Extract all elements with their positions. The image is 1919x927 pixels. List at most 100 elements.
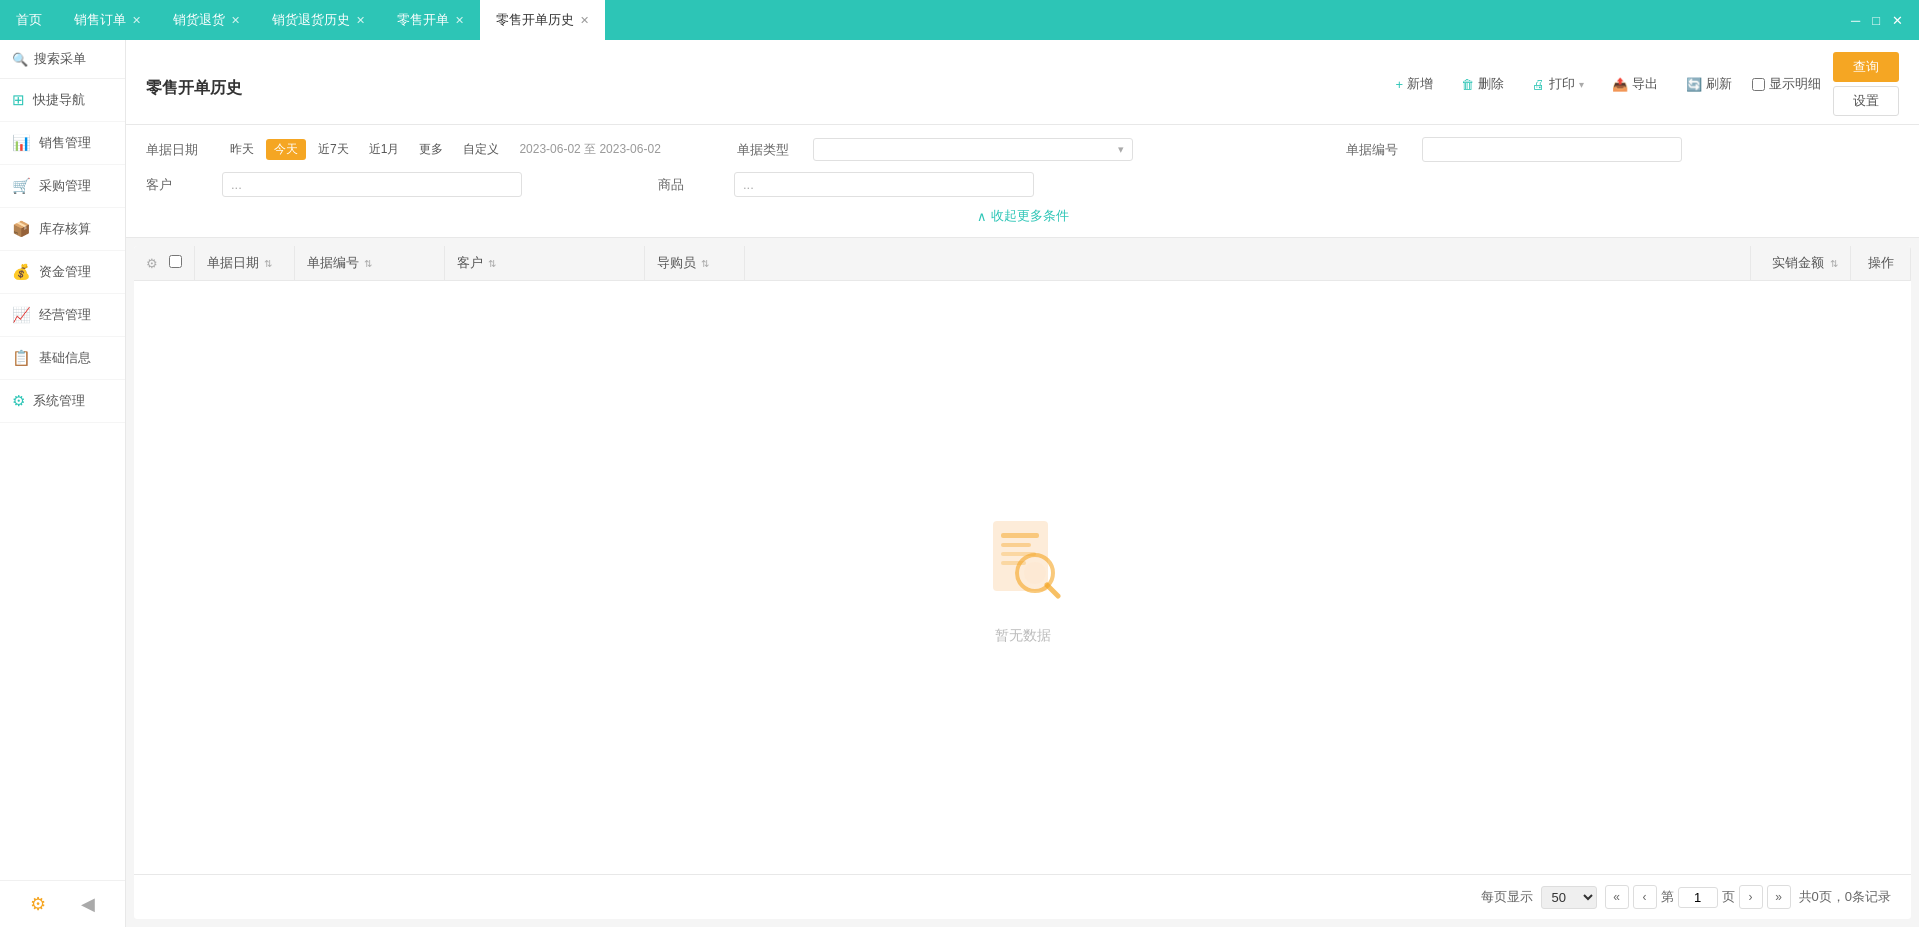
type-filter-label: 单据类型 bbox=[737, 141, 797, 159]
sidebar-item-operations[interactable]: 📈 经营管理 bbox=[0, 294, 125, 337]
th-action: 操作 bbox=[1851, 246, 1911, 281]
show-detail-checkbox[interactable] bbox=[1752, 78, 1765, 91]
print-icon: 🖨 bbox=[1532, 77, 1545, 92]
sidebar-item-basic-info[interactable]: 📋 基础信息 bbox=[0, 337, 125, 380]
sidebar-item-system[interactable]: ⚙ 系统管理 bbox=[0, 380, 125, 423]
tab-bar: 首页 销售订单 ✕ 销货退货 ✕ 销货退货历史 ✕ 零售开单 ✕ 零售开单历史 … bbox=[0, 0, 1919, 40]
date-range-text: 2023-06-02 至 2023-06-02 bbox=[519, 141, 660, 158]
date-option-custom[interactable]: 自定义 bbox=[455, 139, 507, 160]
empty-state-icon bbox=[973, 511, 1073, 611]
page-label: 第 bbox=[1661, 888, 1674, 906]
filter-row-1: 单据日期 昨天 今天 近7天 近1月 更多 自定义 2023-06-02 至 2… bbox=[146, 137, 1899, 162]
customer-filter-label: 客户 bbox=[146, 176, 206, 194]
export-label: 导出 bbox=[1632, 75, 1658, 93]
collapse-btn[interactable]: ∧ 收起更多条件 bbox=[146, 207, 1899, 225]
page-suffix: 页 bbox=[1722, 888, 1735, 906]
filter-area: 单据日期 昨天 今天 近7天 近1月 更多 自定义 2023-06-02 至 2… bbox=[126, 125, 1919, 238]
sidebar-item-purchase-mgmt-label: 采购管理 bbox=[39, 177, 91, 195]
add-btn[interactable]: + 新增 bbox=[1387, 71, 1441, 97]
sidebar-item-inventory[interactable]: 📦 库存核算 bbox=[0, 208, 125, 251]
tab-retail-open[interactable]: 零售开单 ✕ bbox=[381, 0, 480, 40]
th-amount[interactable]: 实销金额 ⇅ bbox=[1751, 246, 1851, 281]
th-date-label: 单据日期 bbox=[207, 255, 259, 270]
customer-filter-dots: ... bbox=[231, 177, 242, 192]
table-header: ⚙ 单据日期 ⇅ 单据编号 ⇅ bbox=[134, 246, 1911, 281]
sidebar-item-purchase-mgmt[interactable]: 🛒 采购管理 bbox=[0, 165, 125, 208]
sidebar-item-sales-mgmt[interactable]: 📊 销售管理 bbox=[0, 122, 125, 165]
export-btn[interactable]: 📤 导出 bbox=[1604, 71, 1666, 97]
tab-sales-order-close[interactable]: ✕ bbox=[132, 14, 141, 27]
setting-button[interactable]: 设置 bbox=[1833, 86, 1899, 116]
sidebar-search-label: 搜索采单 bbox=[34, 50, 86, 68]
th-customer[interactable]: 客户 ⇅ bbox=[444, 246, 644, 281]
operations-icon: 📈 bbox=[12, 306, 31, 324]
sidebar-item-system-label: 系统管理 bbox=[33, 392, 85, 410]
svg-rect-1 bbox=[1001, 533, 1039, 538]
th-guide[interactable]: 导购员 ⇅ bbox=[644, 246, 744, 281]
close-btn[interactable]: ✕ bbox=[1892, 13, 1903, 28]
delete-btn[interactable]: 🗑 删除 bbox=[1453, 71, 1512, 97]
th-number[interactable]: 单据编号 ⇅ bbox=[294, 246, 444, 281]
empty-text: 暂无数据 bbox=[995, 627, 1051, 645]
page-size-select[interactable]: 50 10 20 100 bbox=[1541, 886, 1597, 909]
date-option-7days[interactable]: 近7天 bbox=[310, 139, 357, 160]
customer-filter-select[interactable]: ... bbox=[222, 172, 522, 197]
tab-sales-order[interactable]: 销售订单 ✕ bbox=[58, 0, 157, 40]
tab-sales-return-history-label: 销货退货历史 bbox=[272, 11, 350, 29]
number-filter-label: 单据编号 bbox=[1346, 141, 1406, 159]
basic-info-icon: 📋 bbox=[12, 349, 31, 367]
goods-filter-dots: ... bbox=[743, 177, 754, 192]
finance-icon: 💰 bbox=[12, 263, 31, 281]
date-option-yesterday[interactable]: 昨天 bbox=[222, 139, 262, 160]
sidebar-search[interactable]: 🔍 搜索采单 bbox=[0, 40, 125, 79]
th-spacer bbox=[744, 246, 1750, 281]
sidebar-item-quick-nav[interactable]: ⊞ 快捷导航 bbox=[0, 79, 125, 122]
sidebar-settings-btn[interactable]: ⚙ bbox=[30, 893, 46, 915]
sidebar-collapse-btn[interactable]: ◀ bbox=[81, 893, 95, 915]
tab-sales-return-history-close[interactable]: ✕ bbox=[356, 14, 365, 27]
type-filter-select[interactable]: ▾ bbox=[813, 138, 1133, 161]
th-number-label: 单据编号 bbox=[307, 255, 359, 270]
sales-mgmt-icon: 📊 bbox=[12, 134, 31, 152]
page-input[interactable] bbox=[1678, 887, 1718, 908]
select-all-checkbox[interactable] bbox=[169, 255, 182, 268]
tab-sales-return-close[interactable]: ✕ bbox=[231, 14, 240, 27]
collapse-up-icon: ∧ bbox=[977, 209, 987, 224]
tab-retail-open-close[interactable]: ✕ bbox=[455, 14, 464, 27]
tab-sales-order-label: 销售订单 bbox=[74, 11, 126, 29]
table-settings-icon[interactable]: ⚙ bbox=[146, 256, 158, 271]
sidebar-item-operations-label: 经营管理 bbox=[39, 306, 91, 324]
minimize-btn[interactable]: ─ bbox=[1851, 13, 1860, 28]
sidebar-item-finance[interactable]: 💰 资金管理 bbox=[0, 251, 125, 294]
tab-sales-return[interactable]: 销货退货 ✕ bbox=[157, 0, 256, 40]
add-label: 新增 bbox=[1407, 75, 1433, 93]
query-button[interactable]: 查询 bbox=[1833, 52, 1899, 82]
page-prev-btn[interactable]: ‹ bbox=[1633, 885, 1657, 909]
th-date[interactable]: 单据日期 ⇅ bbox=[194, 246, 294, 281]
show-detail-check[interactable]: 显示明细 bbox=[1752, 75, 1821, 93]
number-filter-input[interactable] bbox=[1422, 137, 1682, 162]
date-option-1month[interactable]: 近1月 bbox=[361, 139, 408, 160]
print-btn[interactable]: 🖨 打印 ▾ bbox=[1524, 71, 1592, 97]
refresh-btn[interactable]: 🔄 刷新 bbox=[1678, 71, 1740, 97]
tab-retail-open-history-close[interactable]: ✕ bbox=[580, 14, 589, 27]
main-layout: 🔍 搜索采单 ⊞ 快捷导航 📊 销售管理 🛒 采购管理 📦 库存核算 💰 资金管… bbox=[0, 40, 1919, 927]
sidebar: 🔍 搜索采单 ⊞ 快捷导航 📊 销售管理 🛒 采购管理 📦 库存核算 💰 资金管… bbox=[0, 40, 126, 927]
date-option-more[interactable]: 更多 bbox=[411, 139, 451, 160]
tab-sales-return-history[interactable]: 销货退货历史 ✕ bbox=[256, 0, 381, 40]
svg-rect-2 bbox=[1001, 543, 1031, 547]
goods-filter-select[interactable]: ... bbox=[734, 172, 1034, 197]
goods-filter-label: 商品 bbox=[658, 176, 718, 194]
page-next-btn[interactable]: › bbox=[1739, 885, 1763, 909]
delete-label: 删除 bbox=[1478, 75, 1504, 93]
maximize-btn[interactable]: □ bbox=[1872, 13, 1880, 28]
date-option-today[interactable]: 今天 bbox=[266, 139, 306, 160]
sidebar-item-sales-mgmt-label: 销售管理 bbox=[39, 134, 91, 152]
tab-home[interactable]: 首页 bbox=[0, 0, 58, 40]
export-icon: 📤 bbox=[1612, 77, 1628, 92]
page-header: 零售开单历史 + 新增 🗑 删除 🖨 打印 ▾ 📤 导出 bbox=[126, 40, 1919, 125]
page-last-btn[interactable]: » bbox=[1767, 885, 1791, 909]
customer-sort-icon: ⇅ bbox=[488, 258, 496, 269]
page-first-btn[interactable]: « bbox=[1605, 885, 1629, 909]
tab-retail-open-history[interactable]: 零售开单历史 ✕ bbox=[480, 0, 605, 40]
